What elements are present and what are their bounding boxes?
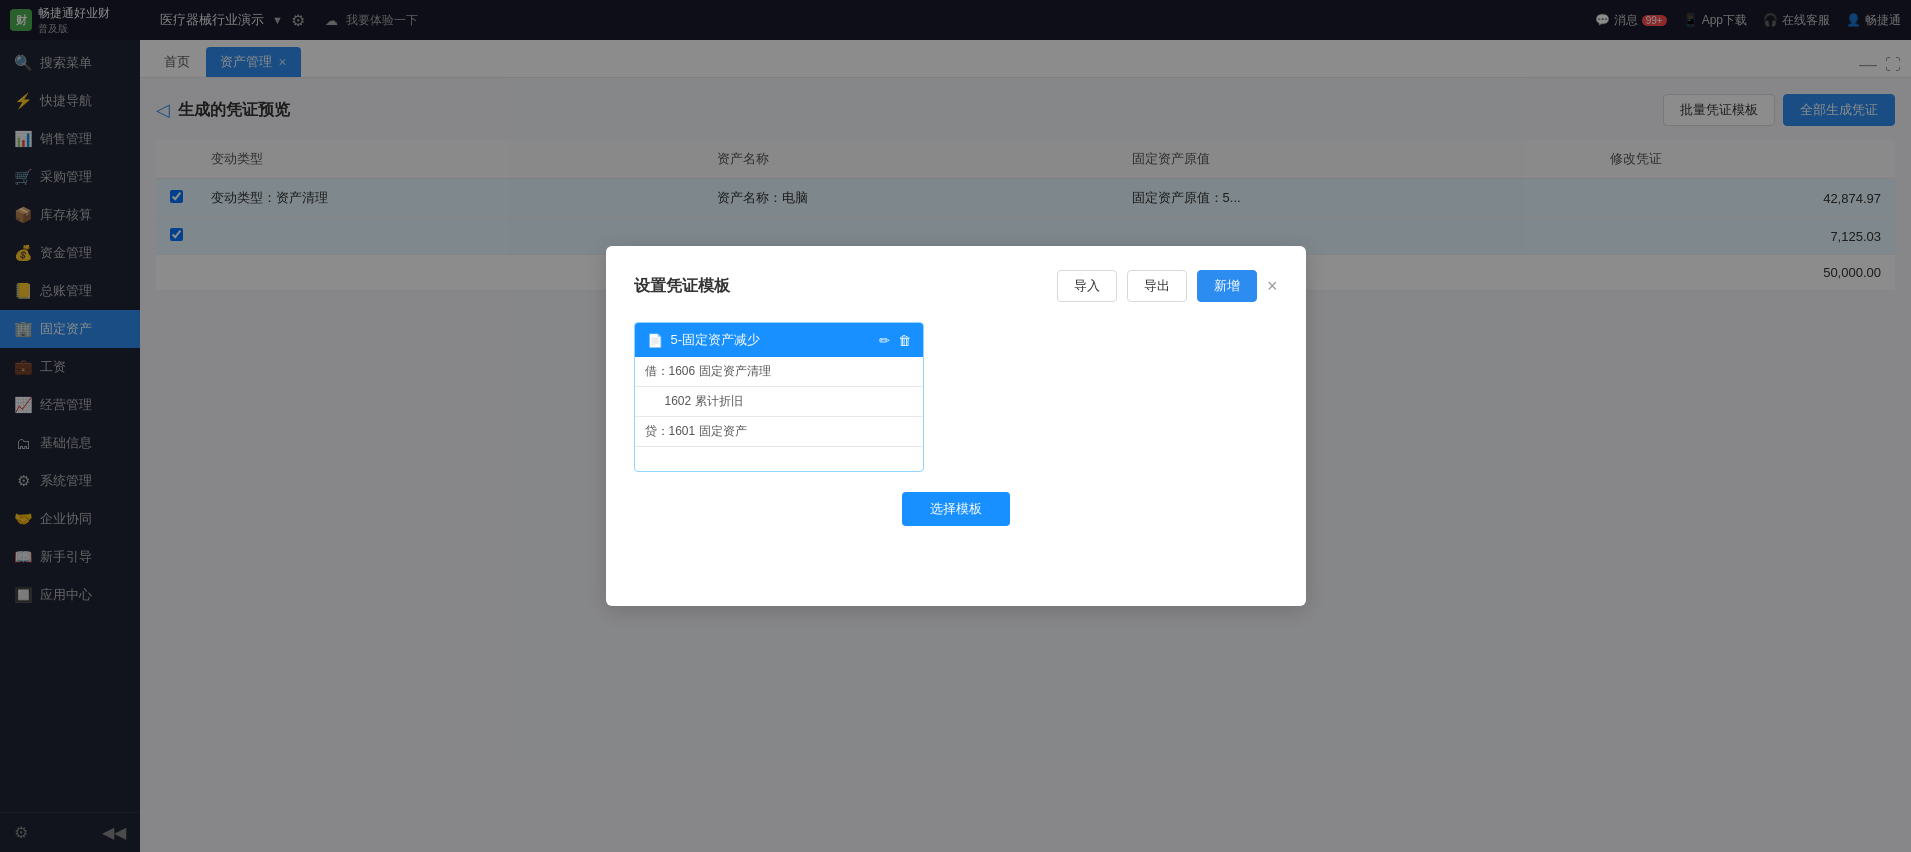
template-empty-row [635, 447, 923, 471]
template-debit-row2: 1602 累计折旧 [635, 387, 923, 417]
modal-title: 设置凭证模板 [634, 276, 730, 297]
template-header-left: 📄 5-固定资产减少 [647, 331, 761, 349]
template-debit-row1: 借：1606 固定资产清理 [635, 357, 923, 387]
export-btn[interactable]: 导出 [1127, 270, 1187, 302]
template-doc-icon: 📄 [647, 333, 663, 348]
modal-close-icon[interactable]: × [1267, 276, 1278, 297]
template-card-body: 借：1606 固定资产清理 1602 累计折旧 贷：1601 固定资产 [635, 357, 923, 471]
template-card-header: 📄 5-固定资产减少 ✏ 🗑 [635, 323, 923, 357]
modal-actions: 导入 导出 新增 [1057, 270, 1257, 302]
template-title: 5-固定资产减少 [671, 331, 761, 349]
template-delete-icon[interactable]: 🗑 [898, 333, 911, 348]
select-template-btn[interactable]: 选择模板 [902, 492, 1010, 526]
new-template-btn[interactable]: 新增 [1197, 270, 1257, 302]
template-credit-row1: 贷：1601 固定资产 [635, 417, 923, 447]
modal-overlay: 设置凭证模板 导入 导出 新增 × 📄 5-固定资产减少 ✏ 🗑 [0, 0, 1911, 852]
import-btn[interactable]: 导入 [1057, 270, 1117, 302]
template-card-actions: ✏ 🗑 [879, 333, 911, 348]
set-template-modal: 设置凭证模板 导入 导出 新增 × 📄 5-固定资产减少 ✏ 🗑 [606, 246, 1306, 606]
template-card: 📄 5-固定资产减少 ✏ 🗑 借：1606 固定资产清理 [634, 322, 924, 472]
template-edit-icon[interactable]: ✏ [879, 333, 890, 348]
template-accounts-table: 借：1606 固定资产清理 1602 累计折旧 贷：1601 固定资产 [635, 357, 923, 471]
modal-header: 设置凭证模板 导入 导出 新增 × [634, 270, 1278, 302]
